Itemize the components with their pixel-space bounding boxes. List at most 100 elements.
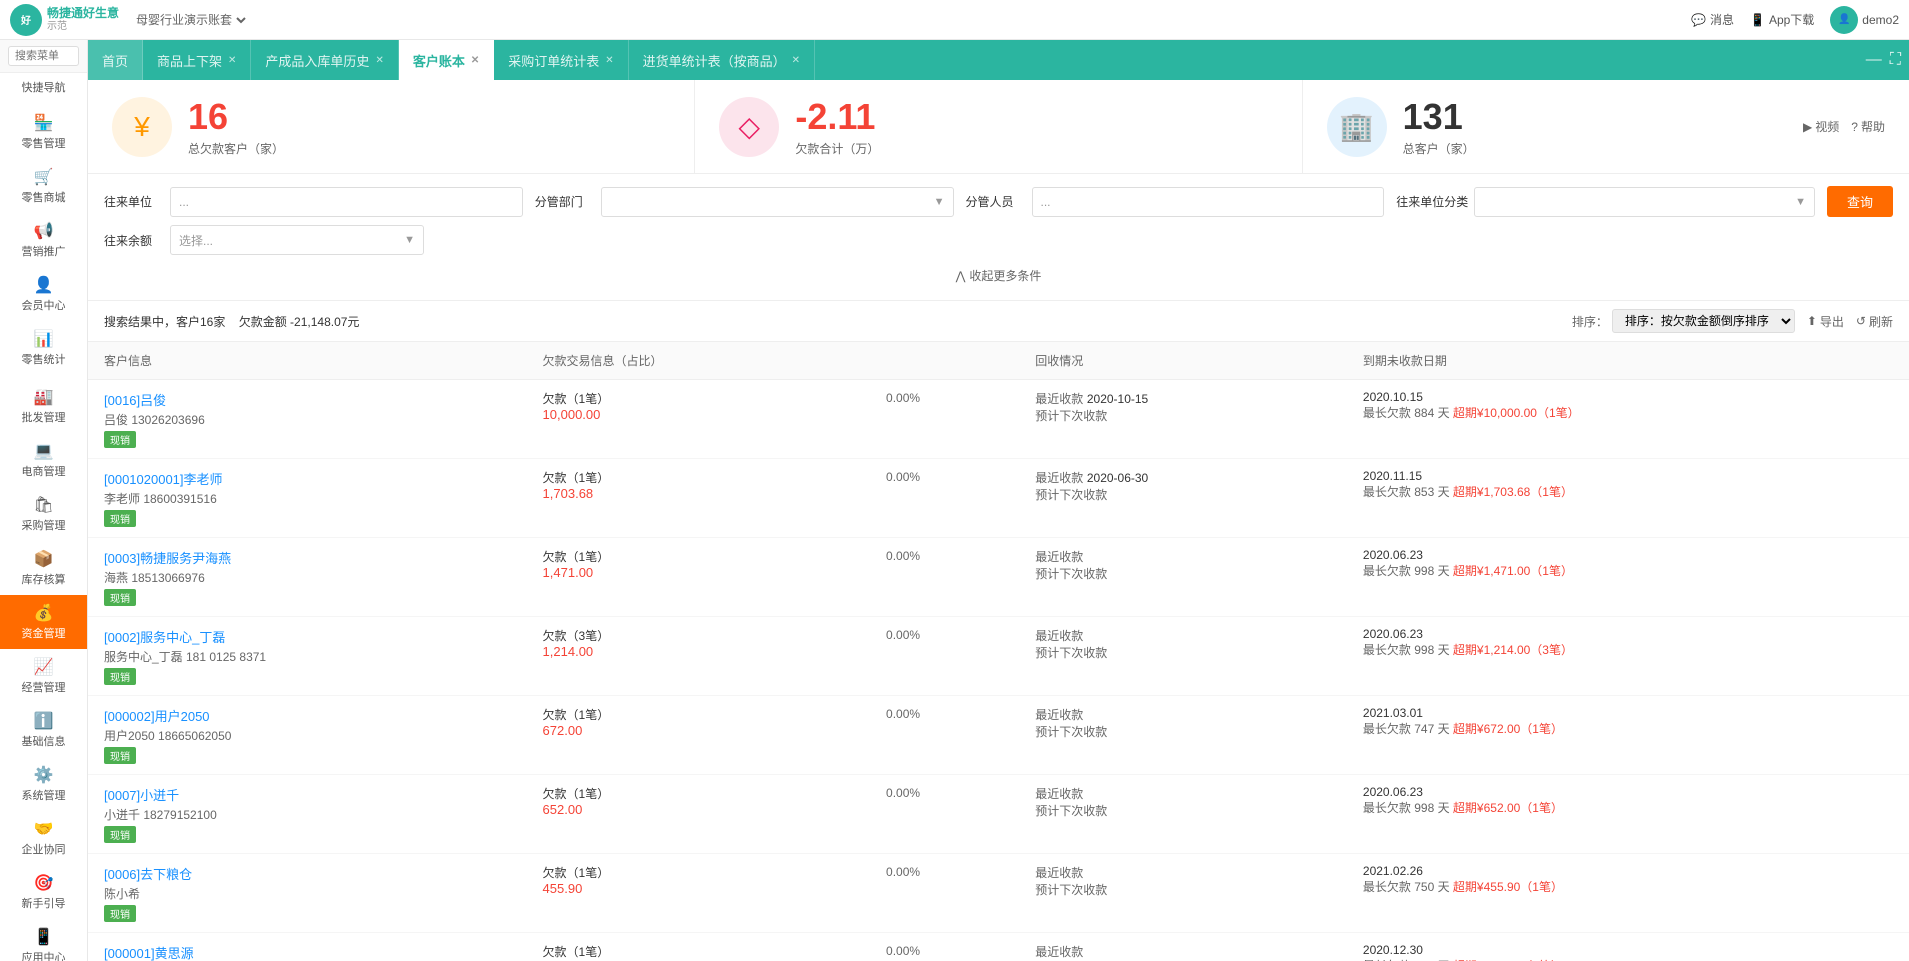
main-content: ¥ 16 总欠款客户（家） ◇ -2.11 欠款合计（万） bbox=[88, 80, 1909, 961]
customer-name-link[interactable]: [0003]畅捷服务尹海燕 bbox=[104, 548, 511, 567]
demo-label: 示范 bbox=[47, 21, 119, 33]
tab-close-purchase-order[interactable]: ✕ bbox=[605, 55, 613, 66]
tab-production-history[interactable]: 产成品入库单历史 ✕ bbox=[251, 40, 398, 80]
app-download-btn[interactable]: 📱 App下载 bbox=[1750, 11, 1814, 28]
sidebar-item-purchase-mgmt[interactable]: 🛍 采购管理 bbox=[0, 487, 87, 541]
sidebar-item-basic-info[interactable]: ℹ️ 基础信息 bbox=[0, 703, 87, 757]
cell-recovery: 最近收款 预计下次收款 bbox=[1019, 617, 1347, 696]
message-btn[interactable]: 💬 消息 bbox=[1691, 11, 1734, 28]
tab-minimize-btn[interactable]: — bbox=[1866, 51, 1882, 69]
overdue-amount-link[interactable]: 超期¥10,000.00（1笔） bbox=[1453, 406, 1580, 420]
sort-select[interactable]: 排序：按欠款金额倒序排序 bbox=[1612, 309, 1795, 333]
source-unit-label: 往来单位 bbox=[104, 193, 164, 210]
video-btn[interactable]: ▶ 视频 bbox=[1803, 118, 1839, 135]
new-guide-icon: 🎯 bbox=[34, 873, 54, 893]
sidebar-item-batch-mgmt[interactable]: 🏭 批发管理 bbox=[0, 379, 87, 433]
sidebar-item-ecommerce[interactable]: 💻 电商管理 bbox=[0, 433, 87, 487]
logo-icon: 好 bbox=[10, 4, 42, 36]
tab-maximize-btn[interactable]: ⛶ bbox=[1890, 51, 1901, 69]
customer-name-link[interactable]: [000001]黄思源 bbox=[104, 943, 511, 961]
debt-amount[interactable]: 652.00 bbox=[543, 802, 854, 817]
sidebar-item-system-mgmt[interactable]: ⚙️ 系统管理 bbox=[0, 757, 87, 811]
search-btn[interactable]: 查询 bbox=[1827, 186, 1893, 217]
tab-close-inbound-stats[interactable]: ✕ bbox=[792, 55, 800, 66]
cell-debt-pct: 0.00% bbox=[870, 380, 1019, 459]
export-btn[interactable]: ⬆ 导出 bbox=[1807, 313, 1844, 330]
next-payment: 预计下次收款 bbox=[1035, 881, 1331, 898]
sidebar-item-member-center[interactable]: 👤 会员中心 bbox=[0, 267, 87, 321]
cell-customer: [0002]服务中心_丁磊 服务中心_丁磊 181 0125 8371 现销 bbox=[88, 617, 527, 696]
sidebar-item-retail-stats[interactable]: 📊 零售统计 bbox=[0, 321, 87, 375]
customer-name-link[interactable]: [0001020001]李老师 bbox=[104, 469, 511, 488]
debt-amount[interactable]: 1,214.00 bbox=[543, 644, 854, 659]
tab-close-product-shelf[interactable]: ✕ bbox=[228, 55, 236, 66]
customer-name-link[interactable]: [0006]去下粮仓 bbox=[104, 864, 511, 883]
sidebar-item-marketing[interactable]: 📢 营销推广 bbox=[0, 213, 87, 267]
sidebar-item-enterprise-coop[interactable]: 🤝 企业协同 bbox=[0, 811, 87, 865]
retail-store-icon: 🛒 bbox=[34, 167, 54, 187]
debt-label: 欠款（1笔） bbox=[543, 706, 854, 723]
sidebar-item-ops-mgmt[interactable]: 📈 经营管理 bbox=[0, 649, 87, 703]
company-selector[interactable]: 母婴行业演示账套 bbox=[132, 12, 249, 28]
overdue-amount-link[interactable]: 超期¥1,703.68（1笔） bbox=[1453, 485, 1573, 499]
filter-row-1: 往来单位 ... 分管部门 ▼ 分管人员 bbox=[104, 186, 1893, 217]
debt-total-label: 欠款合计（万） bbox=[795, 140, 879, 157]
cell-recovery: 最近收款 预计下次收款 bbox=[1019, 696, 1347, 775]
marketing-icon: 📢 bbox=[34, 221, 54, 241]
customer-contact: 吕俊 13026203696 bbox=[104, 411, 511, 428]
sidebar-item-app-center[interactable]: 📱 应用中心 bbox=[0, 919, 87, 961]
cell-due-date: 2021.03.01 最长欠款 747 天 超期¥672.00（1笔） bbox=[1347, 696, 1909, 775]
collapse-btn[interactable]: ⋀ 收起更多条件 bbox=[104, 263, 1893, 288]
search-input[interactable] bbox=[8, 46, 79, 66]
help-btn[interactable]: ? 帮助 bbox=[1851, 118, 1885, 135]
debt-pct: 0.00% bbox=[886, 628, 920, 642]
tab-close-customer-account[interactable]: ✕ bbox=[471, 55, 479, 66]
summary-card-total-customers: 🏢 131 总客户（家） ▶ 视频 ? 帮助 bbox=[1303, 80, 1909, 173]
balance-select[interactable]: 选择... ▼ bbox=[170, 225, 424, 255]
customer-contact: 陈小希 bbox=[104, 885, 511, 902]
sidebar-item-retail-store[interactable]: 🛒 零售商城 bbox=[0, 159, 87, 213]
unit-category-input[interactable]: ▼ bbox=[1474, 187, 1815, 217]
overdue-amount-link[interactable]: 超期¥455.90（1笔） bbox=[1453, 880, 1563, 894]
debt-label: 欠款（1笔） bbox=[543, 548, 854, 565]
tab-inbound-stats[interactable]: 进货单统计表（按商品） ✕ bbox=[629, 40, 815, 80]
cell-debt: 欠款（3笔） 1,214.00 bbox=[527, 617, 870, 696]
debt-customers-icon: ¥ bbox=[112, 97, 172, 157]
source-unit-input[interactable]: ... bbox=[170, 187, 523, 217]
cell-due-date: 2021.02.26 最长欠款 750 天 超期¥455.90（1笔） bbox=[1347, 854, 1909, 933]
sidebar-item-new-guide[interactable]: 🎯 新手引导 bbox=[0, 865, 87, 919]
debt-amount[interactable]: 672.00 bbox=[543, 723, 854, 738]
overdue-amount-link[interactable]: 超期¥1,214.00（3笔） bbox=[1453, 643, 1573, 657]
overdue-amount-link[interactable]: 超期¥652.00（1笔） bbox=[1453, 801, 1563, 815]
sidebar-item-inventory[interactable]: 📦 库存核算 bbox=[0, 541, 87, 595]
tab-product-shelf[interactable]: 商品上下架 ✕ bbox=[143, 40, 251, 80]
debt-amount[interactable]: 1,703.68 bbox=[543, 486, 854, 501]
manager-input[interactable]: ... bbox=[1032, 187, 1385, 217]
tab-purchase-order[interactable]: 采购订单统计表 ✕ bbox=[494, 40, 628, 80]
debt-amount[interactable]: 10,000.00 bbox=[543, 407, 854, 422]
customer-name-link[interactable]: [0007]小迸千 bbox=[104, 785, 511, 804]
tab-customer-account[interactable]: 客户账本 ✕ bbox=[399, 40, 494, 80]
ecommerce-icon: 💻 bbox=[34, 441, 54, 461]
tab-close-production-history[interactable]: ✕ bbox=[375, 55, 383, 66]
branch-dept-input[interactable]: ▼ bbox=[601, 187, 954, 217]
help-icon: ? bbox=[1851, 120, 1858, 134]
customer-name-link[interactable]: [0002]服务中心_丁磊 bbox=[104, 627, 511, 646]
refresh-btn[interactable]: ↺ 刷新 bbox=[1856, 313, 1893, 330]
sidebar-item-finance[interactable]: 💰 资金管理 bbox=[0, 595, 87, 649]
col-debt-pct bbox=[870, 342, 1019, 380]
overdue-amount-link[interactable]: 超期¥672.00（1笔） bbox=[1453, 722, 1563, 736]
debt-amount[interactable]: 1,471.00 bbox=[543, 565, 854, 580]
sidebar-item-retail-mgmt[interactable]: 🏪 零售管理 bbox=[0, 105, 87, 159]
user-btn[interactable]: 👤 demo2 bbox=[1830, 6, 1899, 34]
cell-customer: [0007]小迸千 小迸千 18279152100 现销 bbox=[88, 775, 527, 854]
tab-home[interactable]: 首页 bbox=[88, 40, 143, 80]
overdue-amount-link[interactable]: 超期¥1,471.00（1笔） bbox=[1453, 564, 1573, 578]
quick-nav-btn[interactable]: 快捷导航 bbox=[0, 73, 87, 101]
debt-total-body: -2.11 欠款合计（万） bbox=[795, 96, 879, 157]
customer-name-link[interactable]: [0016]吕俊 bbox=[104, 390, 511, 409]
recent-payment: 最近收款 bbox=[1035, 706, 1331, 723]
debt-amount[interactable]: 455.90 bbox=[543, 881, 854, 896]
customer-name-link[interactable]: [000002]用户2050 bbox=[104, 706, 511, 725]
search-menu bbox=[0, 40, 87, 73]
